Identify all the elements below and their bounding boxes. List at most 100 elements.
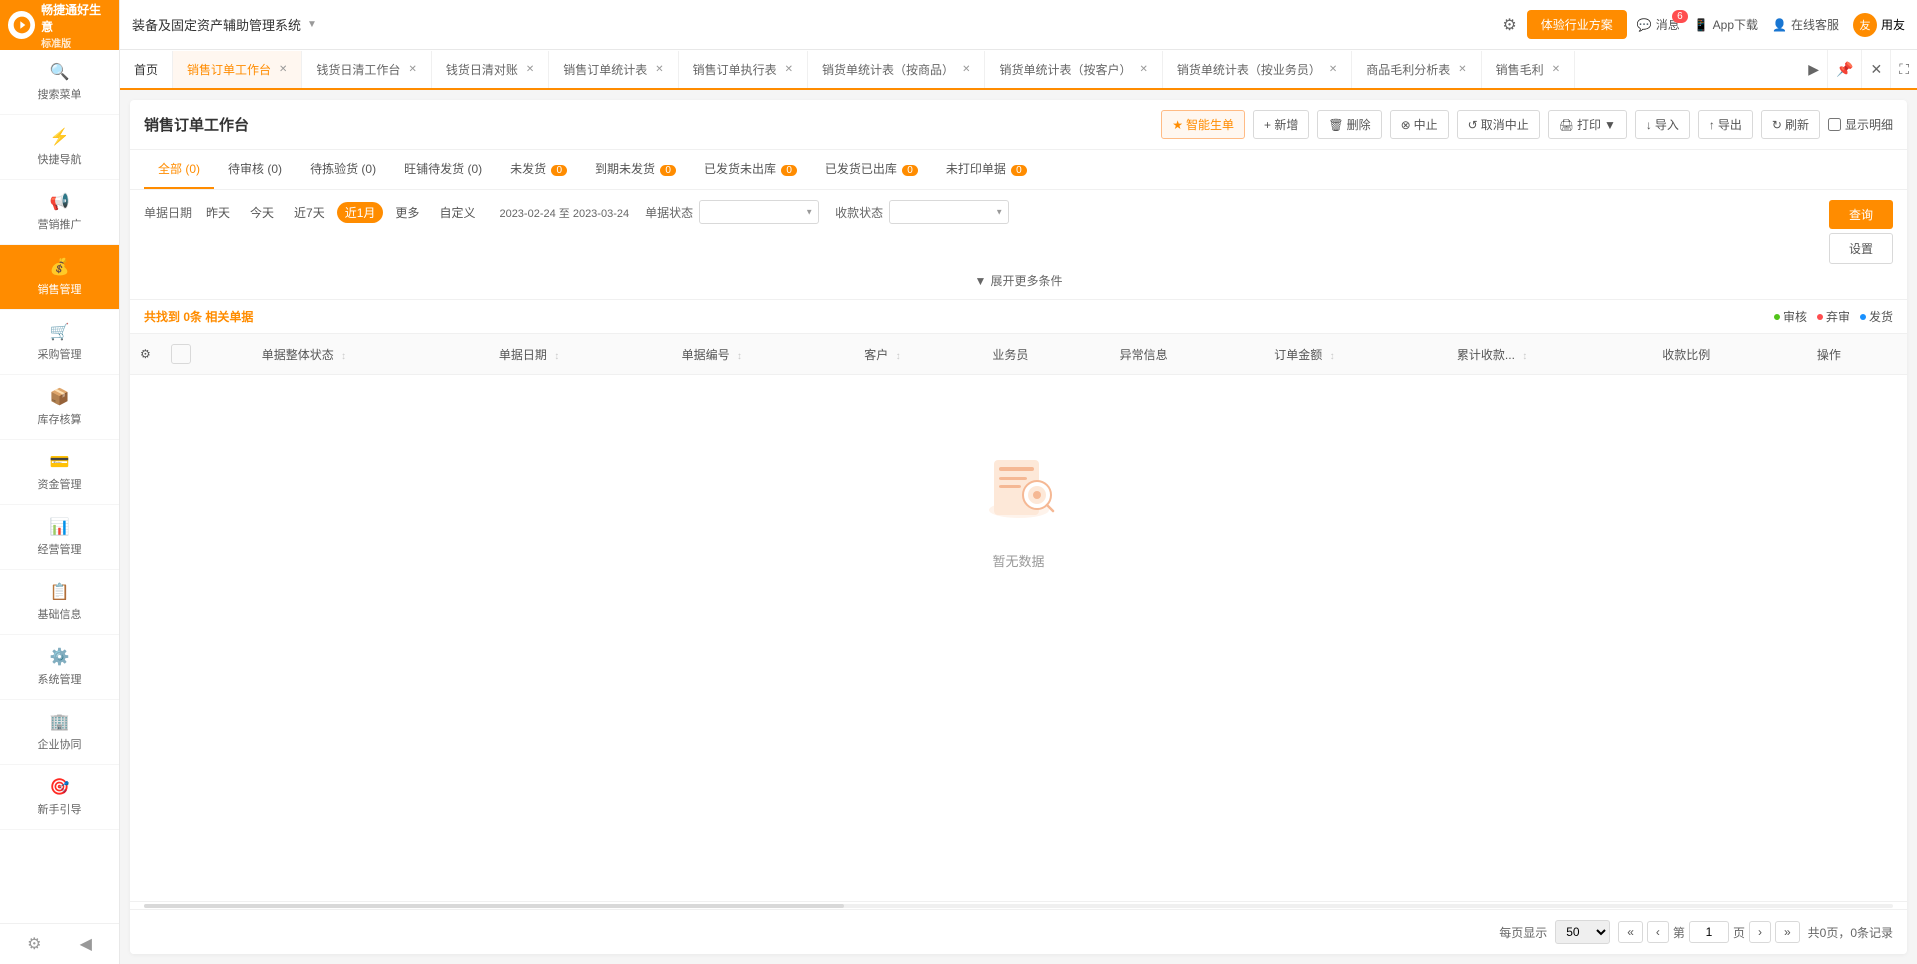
import-btn[interactable]: ↓ 导入 (1635, 110, 1690, 139)
tab-pin-btn[interactable]: 📌 (1827, 50, 1861, 88)
sidebar-item-sales[interactable]: 💰 销售管理 (0, 245, 119, 310)
scrollbar-thumb[interactable] (144, 904, 844, 908)
export-btn[interactable]: ↑ 导出 (1698, 110, 1753, 139)
date-opt-yesterday[interactable]: 昨天 (198, 202, 238, 223)
tab-more-btn[interactable]: ▶ (1800, 61, 1827, 78)
expand-filter-btn[interactable]: ▼ 展开更多条件 (975, 272, 1063, 289)
sidebar-item-system[interactable]: ⚙️ 系统管理 (0, 635, 119, 700)
col-ratio[interactable]: 收款比例 (1652, 334, 1807, 375)
status-select[interactable] (699, 200, 819, 224)
sidebar-item-quick-nav[interactable]: ⚡ 快捷导航 (0, 115, 119, 180)
date-opt-1month[interactable]: 近1月 (337, 202, 384, 223)
table-scroll[interactable]: ⚙ 单据整体状态 ↕ 单据日期 ↕ (130, 334, 1907, 901)
show-detail-checkbox[interactable]: 显示明细 (1828, 116, 1893, 133)
audit-action-btn[interactable]: 审核 (1774, 308, 1807, 325)
tab-cash-reconcile[interactable]: 钱货日清对账 ✕ (432, 51, 549, 88)
prev-page-btn[interactable]: ‹ (1647, 921, 1669, 943)
page-size-select[interactable]: 50 20 100 (1555, 920, 1610, 944)
col-amount[interactable]: 订单金额 ↕ (1264, 334, 1447, 375)
tab-sales-more[interactable]: 销售毛利 ✕ (1482, 51, 1575, 88)
payment-select[interactable] (889, 200, 1009, 224)
tab-sales-customer[interactable]: 销货单统计表（按客户） ✕ (985, 51, 1162, 88)
select-all-checkbox[interactable] (171, 344, 191, 364)
scrollbar-area[interactable] (130, 901, 1907, 909)
sidebar-item-enterprise[interactable]: 🏢 企业协同 (0, 700, 119, 765)
col-collected[interactable]: 累计收款... ↕ (1447, 334, 1652, 375)
sub-tab-not-printed[interactable]: 未打印单据 0 (932, 150, 1041, 189)
next-page-btn[interactable]: › (1749, 921, 1771, 943)
tab-sales-staff[interactable]: 销货单统计表（按业务员） ✕ (1163, 51, 1352, 88)
tab-close-icon[interactable]: ✕ (962, 64, 970, 75)
sub-tab-wangpu[interactable]: 旺铺待发货 (0) (390, 150, 496, 189)
user-btn[interactable]: 友 用友 (1853, 13, 1905, 37)
sub-tab-pending-review[interactable]: 待审核 (0) (214, 150, 296, 189)
show-detail-input[interactable] (1828, 118, 1841, 131)
tab-close-icon[interactable]: ✕ (526, 64, 534, 75)
tab-close-icon[interactable]: ✕ (1139, 64, 1147, 75)
message-btn[interactable]: 💬 消息 6 (1637, 16, 1680, 33)
sub-tab-pending-inspect[interactable]: 待拣验货 (0) (296, 150, 390, 189)
tab-sales-stats[interactable]: 销售订单统计表 ✕ (549, 51, 678, 88)
sub-tab-shipped-out[interactable]: 已发货已出库 0 (811, 150, 932, 189)
tab-close-icon[interactable]: ✕ (1458, 64, 1466, 75)
cancel-action-btn[interactable]: 弃审 (1817, 308, 1850, 325)
refresh-btn[interactable]: ↻ 刷新 (1761, 110, 1820, 139)
date-opt-more[interactable]: 更多 (387, 202, 427, 223)
tab-cash-daily[interactable]: 钱货日清工作台 ✕ (302, 51, 431, 88)
sidebar-item-inventory[interactable]: 📦 库存核算 (0, 375, 119, 440)
first-page-btn[interactable]: « (1618, 921, 1643, 943)
date-opt-7days[interactable]: 近7天 (286, 202, 333, 223)
col-settings[interactable]: ⚙ (130, 334, 161, 375)
experience-btn[interactable]: 体验行业方案 (1527, 10, 1627, 39)
tab-close-icon[interactable]: ✕ (1329, 64, 1337, 75)
sub-tab-all[interactable]: 全部 (0) (144, 150, 214, 189)
ship-action-btn[interactable]: 发货 (1860, 308, 1893, 325)
tab-sales-product[interactable]: 销货单统计表（按商品） ✕ (808, 51, 985, 88)
add-btn[interactable]: + 新增 (1253, 110, 1309, 139)
app-download-btn[interactable]: 📱 App下载 (1694, 16, 1758, 33)
tab-close-icon[interactable]: ✕ (408, 64, 416, 75)
tab-close-icon[interactable]: ✕ (1552, 64, 1560, 75)
tab-close-icon[interactable]: ✕ (655, 64, 663, 75)
tab-close-icon[interactable]: ✕ (279, 64, 287, 75)
tab-sales-exec[interactable]: 销售订单执行表 ✕ (679, 51, 808, 88)
col-abnormal[interactable]: 异常信息 (1110, 334, 1265, 375)
sidebar-item-finance[interactable]: 💳 资金管理 (0, 440, 119, 505)
sub-tab-expired[interactable]: 到期未发货 0 (581, 150, 690, 189)
tab-close-icon[interactable]: ✕ (785, 64, 793, 75)
sidebar-item-marketing[interactable]: 📢 营销推广 (0, 180, 119, 245)
sidebar-item-purchase[interactable]: 🛒 采购管理 (0, 310, 119, 375)
topbar-settings-icon[interactable]: ⚙ (1502, 15, 1516, 35)
collapse-btn[interactable]: ◀ (80, 934, 92, 954)
col-number[interactable]: 单据编号 ↕ (672, 334, 855, 375)
sidebar-item-guide[interactable]: 🎯 新手引导 (0, 765, 119, 830)
tab-home[interactable]: 首页 (120, 51, 173, 88)
settings-footer-btn[interactable]: ⚙ (27, 934, 41, 954)
last-page-btn[interactable]: » (1775, 921, 1800, 943)
query-btn[interactable]: 查询 (1829, 200, 1893, 229)
tab-gross-profit[interactable]: 商品毛利分析表 ✕ (1352, 51, 1481, 88)
sidebar-item-operations[interactable]: 📊 经营管理 (0, 505, 119, 570)
smart-create-btn[interactable]: ★ 智能生单 (1161, 110, 1245, 139)
delete-btn[interactable]: 🗑 删除 (1317, 110, 1381, 139)
date-opt-custom[interactable]: 自定义 (431, 202, 483, 223)
tab-fullscreen-btn[interactable]: ⛶ (1890, 50, 1917, 88)
filter-settings-btn[interactable]: 设置 (1829, 233, 1893, 264)
online-service-btn[interactable]: 👤 在线客服 (1772, 16, 1839, 33)
col-customer[interactable]: 客户 ↕ (854, 334, 982, 375)
print-btn[interactable]: 🖨 打印 ▼ (1548, 110, 1627, 139)
stop-btn[interactable]: ⊗ 中止 (1390, 110, 1449, 139)
cancel-stop-btn[interactable]: ↺ 取消中止 (1457, 110, 1540, 139)
sub-tab-shipped-not-out[interactable]: 已发货未出库 0 (690, 150, 811, 189)
col-date[interactable]: 单据日期 ↕ (489, 334, 672, 375)
tab-sales-workbench[interactable]: 销售订单工作台 ✕ (173, 51, 302, 90)
sidebar-item-basic-info[interactable]: 📋 基础信息 (0, 570, 119, 635)
col-status[interactable]: 单据整体状态 ↕ (252, 334, 489, 375)
date-opt-today[interactable]: 今天 (242, 202, 282, 223)
col-checkbox[interactable] (161, 334, 252, 375)
page-input[interactable] (1689, 921, 1729, 943)
sub-tab-not-shipped[interactable]: 未发货 0 (496, 150, 581, 189)
sidebar-item-search[interactable]: 🔍 搜索菜单 (0, 50, 119, 115)
col-staff[interactable]: 业务员 (982, 334, 1109, 375)
tab-close-all-btn[interactable]: ✕ (1861, 50, 1890, 88)
